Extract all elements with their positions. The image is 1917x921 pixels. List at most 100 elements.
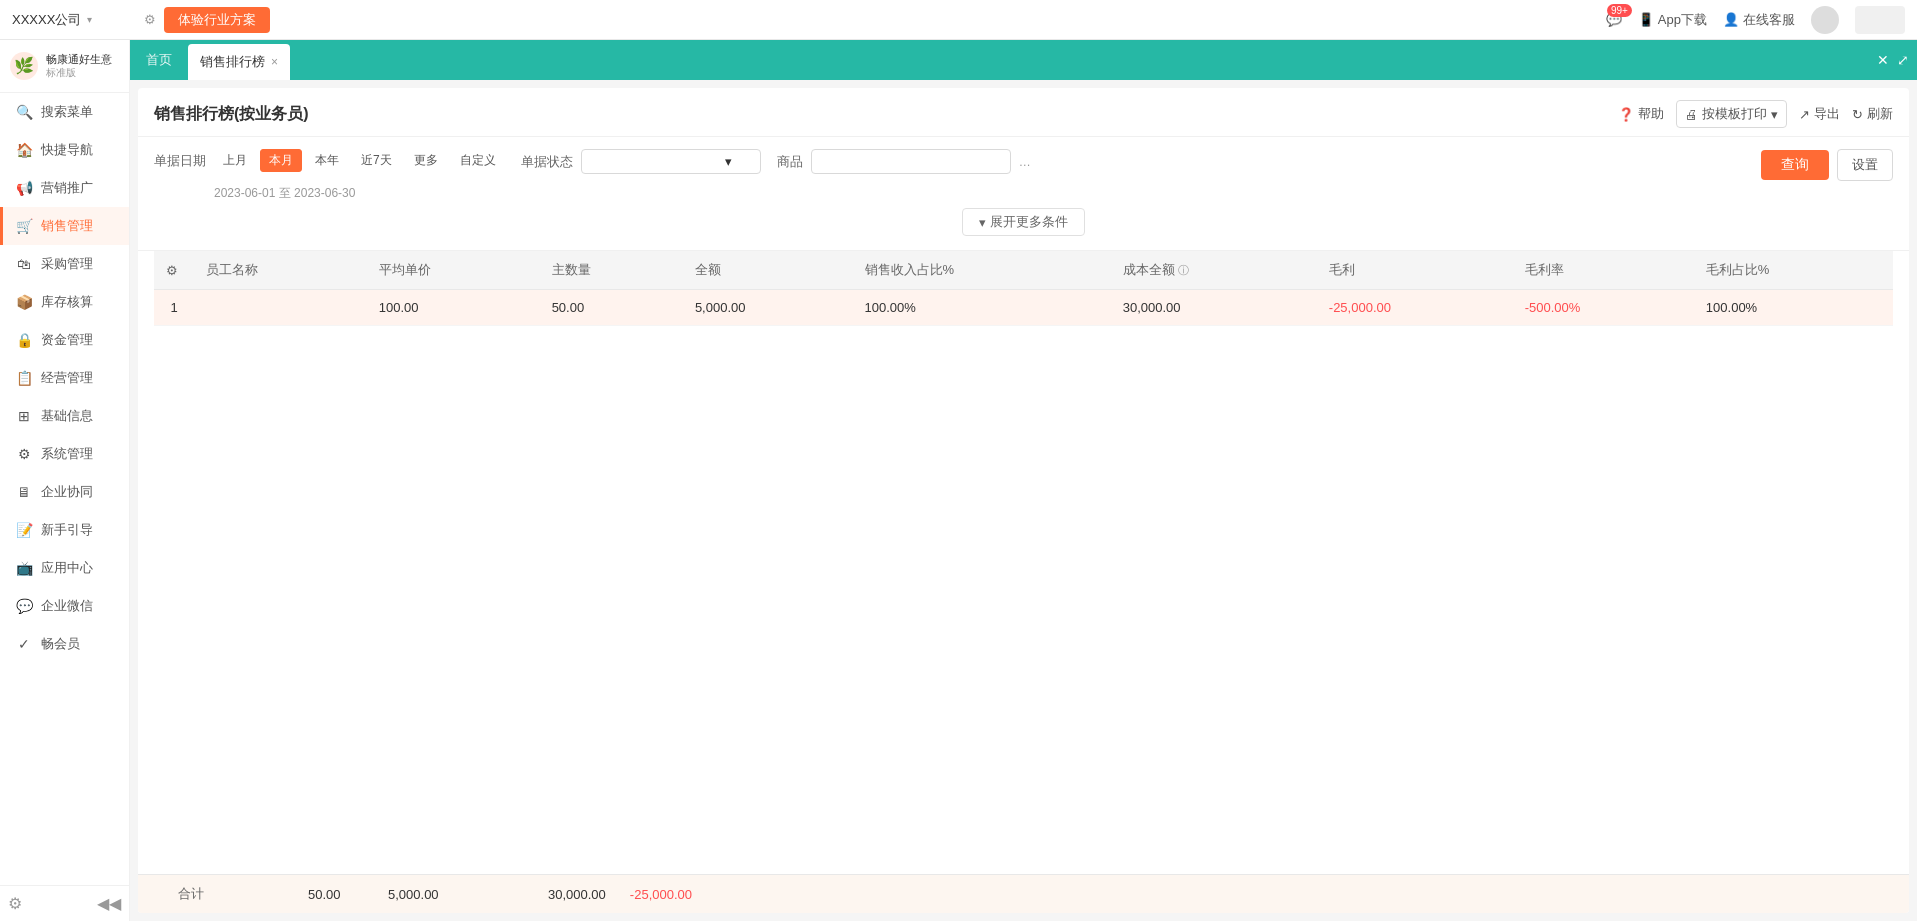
goods-more-icon[interactable]: …: [1019, 155, 1031, 169]
operations-icon: 📋: [15, 370, 33, 386]
sidebar-item-member[interactable]: ✓ 畅会员: [0, 625, 129, 663]
status-select[interactable]: ▾: [581, 149, 761, 174]
col-avg-price: 平均单价: [367, 251, 540, 290]
sidebar-item-basic[interactable]: ⊞ 基础信息: [0, 397, 129, 435]
sidebar-settings-icon[interactable]: ⚙: [8, 894, 22, 913]
tab-home[interactable]: 首页: [130, 40, 188, 80]
refresh-button[interactable]: ↻ 刷新: [1852, 105, 1893, 123]
sidebar-item-shortcut[interactable]: 🏠 快捷导航: [0, 131, 129, 169]
goods-input[interactable]: [811, 149, 1011, 174]
tab-bar: 首页 销售排行榜 × ✕ ⤢: [130, 40, 1917, 80]
export-button[interactable]: ↗ 导出: [1799, 105, 1840, 123]
export-label: 导出: [1814, 105, 1840, 123]
sidebar-label-purchase: 采购管理: [41, 255, 93, 273]
online-service-button[interactable]: 👤 在线客服: [1723, 11, 1795, 29]
table-body: 1 100.00 50.00 5,000.00 100.00% 30,000.0…: [154, 290, 1893, 326]
company-selector[interactable]: XXXXX公司 ▾: [12, 11, 132, 29]
date-tab-more[interactable]: 更多: [405, 149, 447, 172]
user-name-area[interactable]: [1855, 6, 1905, 34]
col-gross-pct: 毛利占比%: [1694, 251, 1893, 290]
sidebar-item-purchase[interactable]: 🛍 采购管理: [0, 245, 129, 283]
print-label: 按模板打印: [1702, 105, 1767, 123]
appcenter-icon: 📺: [15, 560, 33, 576]
date-tab-this-year[interactable]: 本年: [306, 149, 348, 172]
help-button[interactable]: ❓ 帮助: [1618, 105, 1664, 123]
query-button[interactable]: 查询: [1761, 150, 1829, 180]
cell-cost: 30,000.00: [1111, 290, 1317, 326]
app-subtitle: 标准版: [46, 66, 112, 80]
date-tab-group: 上月 本月 本年 近7天 更多 自定义: [214, 149, 505, 172]
status-filter-label: 单据状态: [521, 153, 573, 171]
date-filter-label: 单据日期: [154, 152, 206, 170]
date-tab-prev-month[interactable]: 上月: [214, 149, 256, 172]
basic-icon: ⊞: [15, 408, 33, 424]
message-button[interactable]: 💬 99+: [1606, 12, 1622, 27]
tab-close-icon[interactable]: ×: [271, 55, 278, 69]
expand-icon: ▾: [979, 215, 986, 230]
expand-conditions-button[interactable]: ▾ 展开更多条件: [962, 208, 1085, 236]
cell-sales-pct: 100.00%: [853, 290, 1111, 326]
print-button[interactable]: 🖨 按模板打印 ▾: [1676, 100, 1787, 128]
sales-icon: 🛒: [15, 218, 33, 234]
sidebar-label-finance: 资金管理: [41, 331, 93, 349]
footer-amount: 5,000.00: [376, 887, 456, 902]
cost-info-icon: ⓘ: [1178, 264, 1189, 276]
sidebar-item-system[interactable]: ⚙ 系统管理: [0, 435, 129, 473]
settings-icon[interactable]: ⚙: [144, 12, 156, 27]
date-range-text: 2023-06-01 至 2023-06-30: [154, 185, 1893, 202]
footer-qty: 50.00: [296, 887, 376, 902]
expand-label: 展开更多条件: [990, 213, 1068, 231]
sidebar-collapse-icon[interactable]: ◀◀: [97, 894, 121, 913]
status-dropdown-icon: ▾: [725, 154, 732, 169]
sidebar-item-inventory[interactable]: 📦 库存核算: [0, 283, 129, 321]
col-cost: 成本全额 ⓘ: [1111, 251, 1317, 290]
tab-controls: ✕ ⤢: [1877, 52, 1917, 68]
sidebar-label-inventory: 库存核算: [41, 293, 93, 311]
app-download-label: App下载: [1658, 11, 1707, 29]
refresh-icon: ↻: [1852, 107, 1863, 122]
cell-qty: 50.00: [540, 290, 683, 326]
top-right-actions: 💬 99+ 📱 App下载 👤 在线客服: [1606, 6, 1905, 34]
footer-total-row: 合计 50.00 5,000.00 30,000.00 -25,000.00: [138, 874, 1909, 913]
main-layout: 🌿 畅康通好生意 标准版 🔍 搜索菜单 🏠 快捷导航 📢 营销推广 🛒 销售管理…: [0, 40, 1917, 921]
sidebar-item-finance[interactable]: 🔒 资金管理: [0, 321, 129, 359]
sidebar-item-marketing[interactable]: 📢 营销推广: [0, 169, 129, 207]
sidebar-item-enterprise[interactable]: 🖥 企业协同: [0, 473, 129, 511]
trial-button[interactable]: 体验行业方案: [164, 7, 270, 33]
table-settings-button[interactable]: 设置: [1837, 149, 1893, 181]
tab-expand-icon[interactable]: ⤢: [1897, 52, 1909, 68]
col-gross-rate: 毛利率: [1513, 251, 1694, 290]
date-tab-custom[interactable]: 自定义: [451, 149, 505, 172]
sidebar-item-sales[interactable]: 🛒 销售管理: [0, 207, 129, 245]
sidebar-label-wechat: 企业微信: [41, 597, 93, 615]
table-row: 1 100.00 50.00 5,000.00 100.00% 30,000.0…: [154, 290, 1893, 326]
help-label: 帮助: [1638, 105, 1664, 123]
sidebar-item-appcenter[interactable]: 📺 应用中心: [0, 549, 129, 587]
footer-gross: -25,000.00: [618, 887, 704, 902]
sidebar-item-guide[interactable]: 📝 新手引导: [0, 511, 129, 549]
sidebar-label-marketing: 营销推广: [41, 179, 93, 197]
sidebar-item-search[interactable]: 🔍 搜索菜单: [0, 93, 129, 131]
tab-close-window-icon[interactable]: ✕: [1877, 52, 1889, 68]
tab-sales-ranking[interactable]: 销售排行榜 ×: [188, 44, 290, 80]
sidebar-label-appcenter: 应用中心: [41, 559, 93, 577]
print-dropdown-icon: ▾: [1771, 107, 1778, 122]
sidebar-item-wechat[interactable]: 💬 企业微信: [0, 587, 129, 625]
date-tab-this-month[interactable]: 本月: [260, 149, 302, 172]
user-avatar[interactable]: [1811, 6, 1839, 34]
enterprise-icon: 🖥: [15, 484, 33, 500]
app-download-button[interactable]: 📱 App下载: [1638, 11, 1707, 29]
app-download-icon: 📱: [1638, 12, 1654, 27]
page-title: 销售排行榜(按业务员): [154, 104, 309, 125]
home-icon: 🏠: [15, 142, 33, 158]
cell-rank: 1: [154, 290, 194, 326]
sidebar-label-basic: 基础信息: [41, 407, 93, 425]
refresh-label: 刷新: [1867, 105, 1893, 123]
footer-label: 合计: [166, 885, 216, 903]
col-settings-icon[interactable]: ⚙: [154, 251, 194, 290]
sidebar-item-operations[interactable]: 📋 经营管理: [0, 359, 129, 397]
date-tab-7days[interactable]: 近7天: [352, 149, 401, 172]
message-badge: 99+: [1607, 4, 1632, 17]
sidebar-label-operations: 经营管理: [41, 369, 93, 387]
header-actions: ❓ 帮助 🖨 按模板打印 ▾ ↗ 导出 ↻: [1618, 100, 1893, 128]
